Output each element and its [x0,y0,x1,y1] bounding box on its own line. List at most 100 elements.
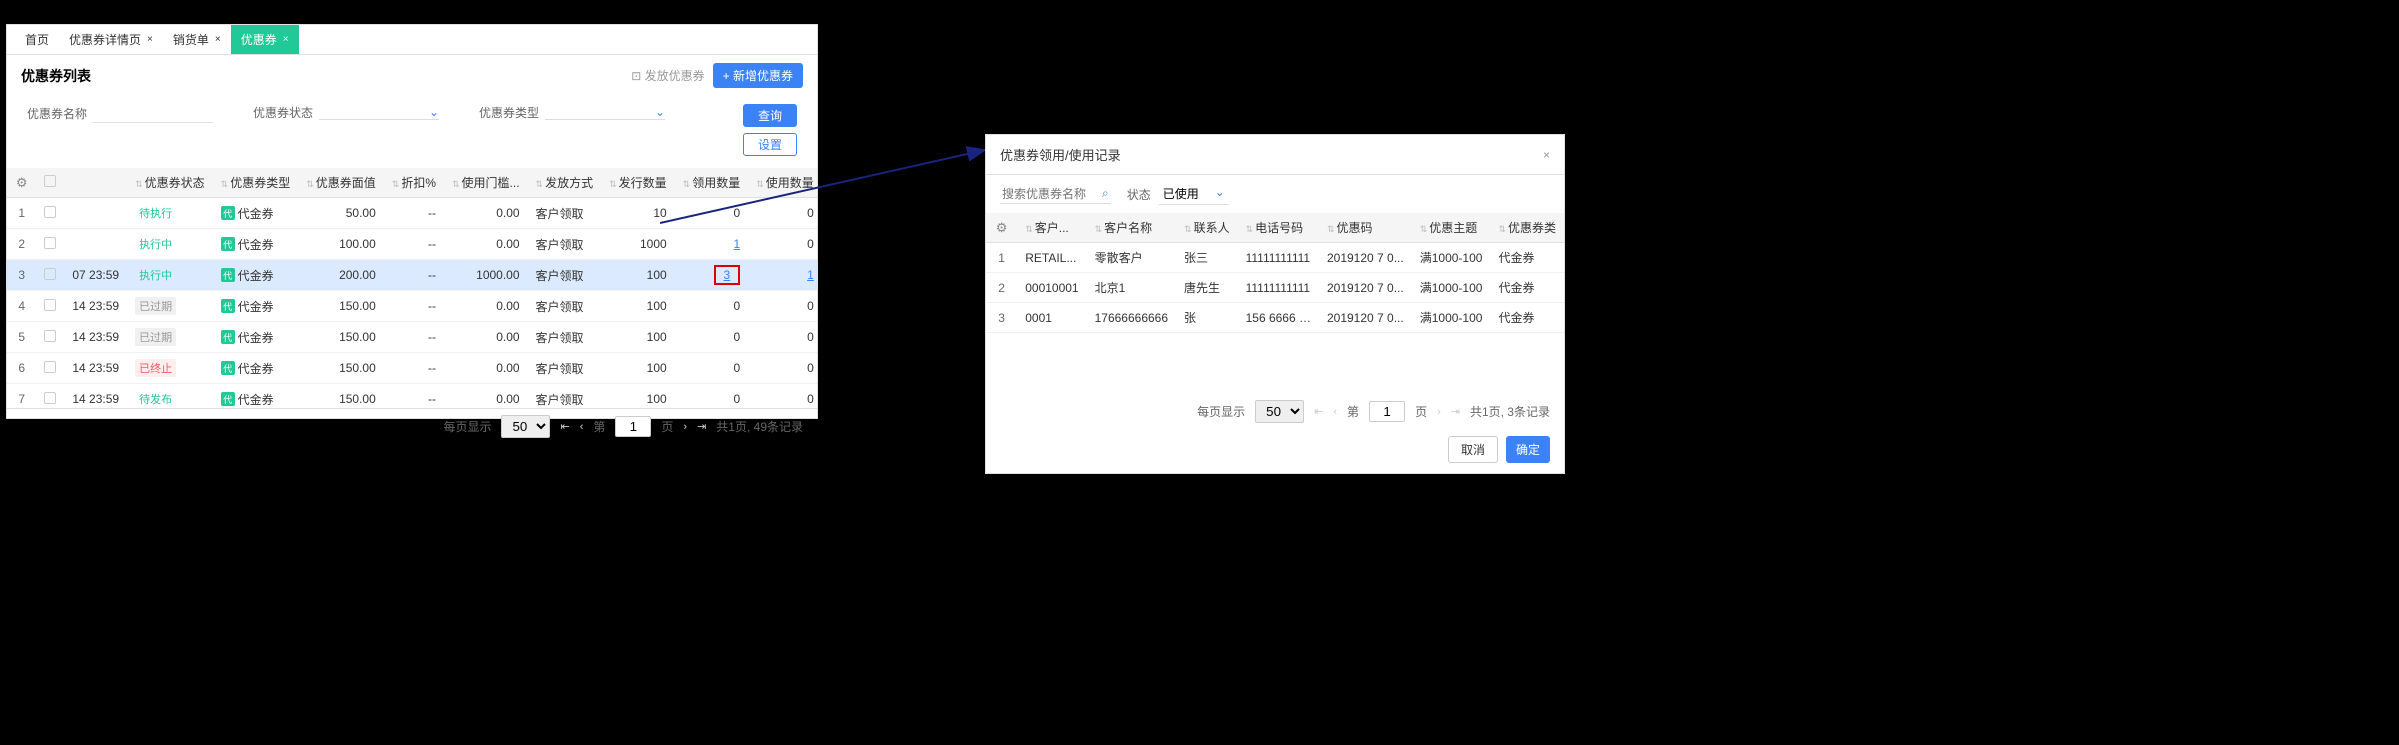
col-discount: 折扣% [401,176,436,190]
issue-qty-cell: 100 [601,384,675,409]
table-row[interactable]: 7 14 23:59 待发布 代代金券 150.00 -- 0.00 客户领取 … [7,384,817,409]
table-row[interactable]: 1 待执行 代代金券 50.00 -- 0.00 客户领取 10 0 0 ↗⊞ [7,198,817,229]
page-input[interactable] [615,416,651,437]
modal-header: 优惠券领用/使用记录 × [986,135,1564,175]
close-icon[interactable]: × [1543,148,1550,162]
tab-coupon-detail[interactable]: 优惠券详情页× [59,25,163,54]
per-page-select[interactable]: 50 [501,415,550,438]
row-checkbox[interactable] [44,299,56,311]
filter-status-select[interactable]: ⌄ [319,105,439,120]
row-checkbox[interactable] [44,268,56,280]
discount-cell: -- [384,229,444,260]
close-icon[interactable]: × [215,34,221,45]
table-row[interactable]: 5 14 23:59 已过期 代代金券 150.00 -- 0.00 客户领取 … [7,322,817,353]
tab-bar: 首页 优惠券详情页× 销货单× 优惠券× [7,25,817,55]
row-checkbox[interactable] [44,237,56,249]
sort-icon[interactable]: ⇅ [306,179,314,189]
claim-qty-link[interactable]: 3 [724,268,731,282]
next-page-icon[interactable]: › [1437,406,1441,418]
use-qty-cell: 0 [748,322,817,353]
sort-icon[interactable]: ⇅ [1327,224,1335,234]
next-page-icon[interactable]: › [683,421,687,433]
col-coupon-code: 优惠码 [1337,221,1373,235]
coupon-table-wrap[interactable]: ⚙ ⇅优惠券状态 ⇅优惠券类型 ⇅优惠券面值 ⇅折扣% ⇅使用门槛... ⇅发放… [7,168,817,408]
per-page-select[interactable]: 50 [1255,400,1304,423]
search-icon[interactable]: ⌕ [1102,186,1109,201]
last-page-icon[interactable]: ⇥ [1451,405,1460,418]
table-row[interactable]: 4 14 23:59 已过期 代代金券 150.00 -- 0.00 客户领取 … [7,291,817,322]
cancel-button[interactable]: 取消 [1448,436,1498,463]
col-threshold: 使用门槛... [462,176,520,190]
table-row[interactable]: 2 00010001 北京1 唐先生 11111111111 2019120 7… [986,273,1564,303]
filter-name-label: 优惠券名称 [27,105,87,122]
sort-icon[interactable]: ⇅ [1025,224,1033,234]
voucher-icon: 代 [221,206,235,220]
sort-icon[interactable]: ⇅ [452,179,460,189]
settings-button[interactable]: 设置 [743,133,797,156]
row-checkbox[interactable] [44,361,56,373]
filter-name-input[interactable] [93,104,213,123]
sort-icon[interactable]: ⇅ [1095,224,1103,234]
tab-home[interactable]: 首页 [15,25,59,54]
table-row[interactable]: 2 执行中 代代金券 100.00 -- 0.00 客户领取 1000 1 0 … [7,229,817,260]
sort-icon[interactable]: ⇅ [1184,224,1192,234]
table-row[interactable]: 3 07 23:59 执行中 代代金券 200.00 -- 1000.00 客户… [7,260,817,291]
close-icon[interactable]: × [147,34,153,45]
type-cell: 代金券 [1490,303,1564,333]
state-select[interactable]: 已使用 [1159,183,1229,205]
col-coupon-subject: 优惠主题 [1429,221,1477,235]
issue-coupon-link[interactable]: ⊡ 发放优惠券 [631,67,704,84]
first-page-icon[interactable]: ⇤ [560,420,569,433]
discount-cell: -- [384,260,444,291]
sort-icon[interactable]: ⇅ [221,179,229,189]
pager-summary: 共1页, 3条记录 [1470,403,1550,420]
close-icon[interactable]: × [283,34,289,45]
sort-icon[interactable]: ⇅ [1246,224,1254,234]
first-page-icon[interactable]: ⇤ [1314,405,1323,418]
gear-icon[interactable]: ⚙ [16,175,28,190]
prev-page-icon[interactable]: ‹ [1333,406,1337,418]
tab-sales-order[interactable]: 销货单× [163,25,231,54]
col-issue-qty: 发行数量 [619,176,667,190]
sort-icon[interactable]: ⇅ [1498,224,1506,234]
table-row[interactable]: 3 0001 17666666666 张 156 6666 … 2019120 … [986,303,1564,333]
sort-icon[interactable]: ⇅ [392,179,400,189]
prev-page-icon[interactable]: ‹ [580,421,584,433]
add-coupon-button[interactable]: + 新增优惠券 [713,63,803,88]
use-qty-cell: 0 [748,353,817,384]
sort-icon[interactable]: ⇅ [683,179,691,189]
claim-qty-link[interactable]: 1 [734,237,741,251]
gear-icon[interactable]: ⚙ [996,220,1008,235]
page-unit: 页 [661,418,673,435]
claim-qty-cell: 0 [675,353,749,384]
use-qty-link[interactable]: 1 [807,268,814,282]
confirm-button[interactable]: 确定 [1506,436,1550,463]
last-page-icon[interactable]: ⇥ [697,420,706,433]
sort-icon[interactable]: ⇅ [1420,224,1428,234]
threshold-cell: 0.00 [444,384,528,409]
table-row[interactable]: 6 14 23:59 已终止 代代金券 150.00 -- 0.00 客户领取 … [7,353,817,384]
select-all-checkbox[interactable] [44,175,56,187]
row-number: 5 [7,322,36,353]
table-row[interactable]: 1 RETAIL... 零散客户 张三 11111111111 2019120 … [986,243,1564,273]
usage-table-wrap[interactable]: ⚙ ⇅客户... ⇅客户名称 ⇅联系人 ⇅电话号码 ⇅优惠码 ⇅优惠主题 ⇅优惠… [986,213,1564,333]
discount-cell: -- [384,322,444,353]
search-button[interactable]: 查询 [743,104,797,127]
filter-type-select[interactable]: ⌄ [545,105,665,120]
row-checkbox[interactable] [44,330,56,342]
tab-coupon[interactable]: 优惠券× [231,25,299,54]
subject-cell: 满1000-100 [1412,273,1491,303]
sort-icon[interactable]: ⇅ [135,179,143,189]
discount-cell: -- [384,198,444,229]
sort-icon[interactable]: ⇅ [756,179,764,189]
status-badge: 待执行 [135,204,176,222]
col-face-value: 优惠券面值 [316,176,376,190]
sort-icon[interactable]: ⇅ [536,179,544,189]
status-badge: 执行中 [135,266,176,284]
row-checkbox[interactable] [44,206,56,218]
sort-icon[interactable]: ⇅ [609,179,617,189]
row-checkbox[interactable] [44,392,56,404]
status-badge: 待发布 [135,390,176,408]
page-input[interactable] [1369,401,1405,422]
coupon-name-search-input[interactable] [1002,187,1102,201]
